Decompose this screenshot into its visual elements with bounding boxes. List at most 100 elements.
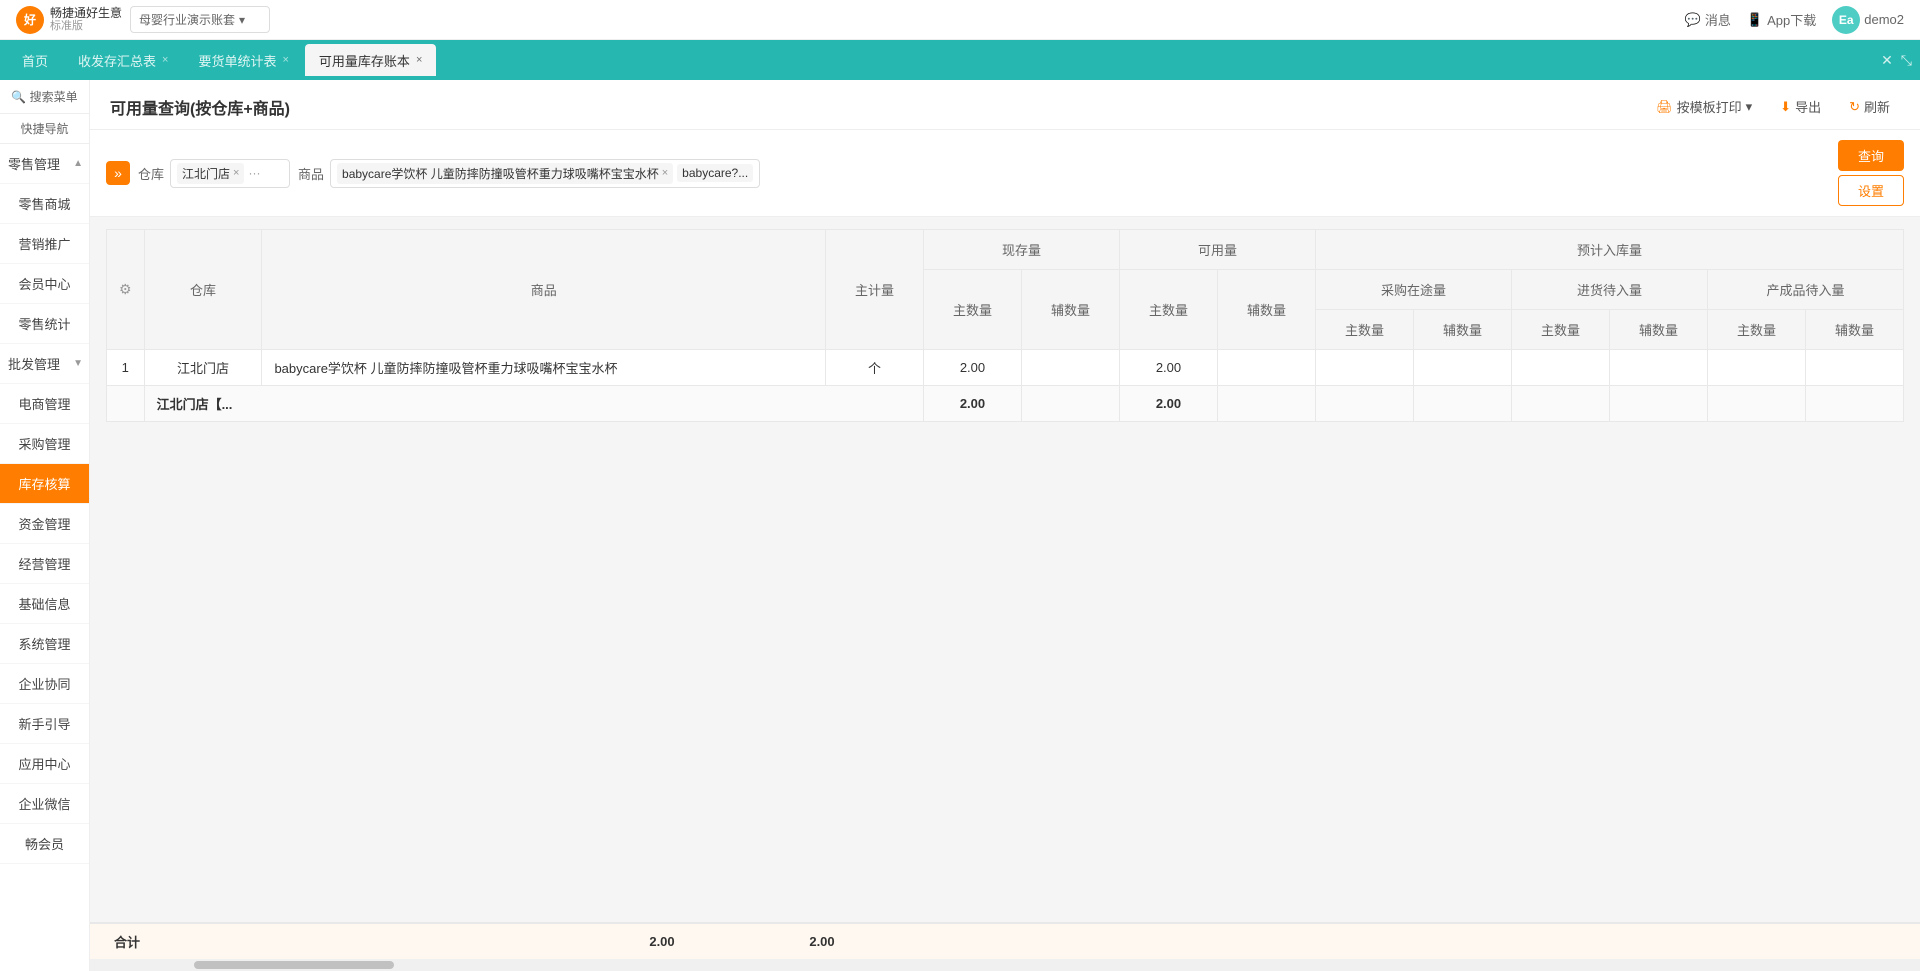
query-button[interactable]: 查询 — [1838, 140, 1904, 171]
sidebar-item-ecommerce[interactable]: 电商管理 — [0, 384, 89, 424]
sidebar-section: 零售管理 ▲ 零售商城 营销推广 会员中心 零售统计 批发管理 ▼ 电商管理 — [0, 144, 89, 864]
expand-filter-btn[interactable]: » — [106, 161, 130, 185]
top-bar-right: 💬 消息 📱 App下载 Ea demo2 — [1685, 6, 1904, 34]
user-menu[interactable]: Ea demo2 — [1832, 6, 1904, 34]
close-tab-collect[interactable]: × — [162, 54, 168, 66]
col-stock-header: 现存量 — [923, 230, 1119, 270]
col-avail-main-header: 主数量 — [1119, 270, 1217, 350]
setting-button[interactable]: 设置 — [1838, 175, 1904, 206]
sidebar-item-purchase[interactable]: 采购管理 — [0, 424, 89, 464]
close-tab-inventory[interactable]: × — [416, 54, 422, 66]
filter-more-btn[interactable]: ··· — [248, 166, 260, 180]
logo-area: 好 畅捷通好生意 标准版 — [16, 6, 122, 34]
sidebar-item-vip-member[interactable]: 畅会员 — [0, 824, 89, 864]
subtotal-empty — [107, 386, 145, 422]
row-unit: 个 — [825, 350, 923, 386]
filter-bar: » 仓库 江北门店 × ··· 商品 babycare学饮杯 儿童防摔防撞吸管杯… — [90, 130, 1920, 217]
sidebar-item-sys-mgmt[interactable]: 系统管理 — [0, 624, 89, 664]
sidebar-item-member[interactable]: 会员中心 — [0, 264, 89, 304]
sidebar-item-app-center[interactable]: 应用中心 — [0, 744, 89, 784]
sidebar-search[interactable]: 🔍 搜索菜单 — [0, 80, 89, 114]
row-prod-aux — [1805, 350, 1903, 386]
row-product: babycare学饮杯 儿童防摔防撞吸管杯重力球吸嘴杯宝宝水杯 — [262, 350, 826, 386]
subtotal-warehouse: 江北门店【... — [144, 386, 923, 422]
tab-collect[interactable]: 收发存汇总表 × — [64, 44, 182, 76]
content-area: 可用量查询(按仓库+商品) 🖨 按模板打印 ▾ ⬇ 导出 ↻ 刷新 — [90, 80, 1920, 971]
avatar: Ea — [1832, 6, 1860, 34]
subtotal-incoming-aux — [1609, 386, 1707, 422]
print-icon: 🖨 — [1656, 99, 1673, 115]
col-purchase-transit-header: 采购在途量 — [1315, 270, 1511, 310]
sidebar-item-inventory-check[interactable]: 库存核算 — [0, 464, 89, 504]
tab-order-stat[interactable]: 要货单统计表 × — [184, 44, 302, 76]
col-incoming-aux-header: 辅数量 — [1609, 310, 1707, 350]
product-filter-tags[interactable]: babycare学饮杯 儿童防摔防撞吸管杯重力球吸嘴杯宝宝水杯 × babyca… — [330, 159, 760, 188]
sidebar-item-retail-mall[interactable]: 零售商城 — [0, 184, 89, 224]
sidebar-item-corp-wechat[interactable]: 企业微信 — [0, 784, 89, 824]
col-purchase-main-header: 主数量 — [1315, 310, 1413, 350]
print-btn[interactable]: 🖨 按模板打印 ▾ — [1646, 92, 1762, 121]
top-bar: 好 畅捷通好生意 标准版 母婴行业演示账套 ▾ 💬 消息 📱 App下载 Ea … — [0, 0, 1920, 40]
col-stock-main-header: 主数量 — [923, 270, 1021, 350]
refresh-btn[interactable]: ↻ 刷新 — [1839, 92, 1900, 121]
remove-warehouse-tag[interactable]: × — [233, 167, 239, 179]
sidebar-item-corp-collab[interactable]: 企业协同 — [0, 664, 89, 704]
col-product-header: 商品 — [262, 230, 826, 350]
sidebar-item-wholesale-mgmt[interactable]: 批发管理 ▼ — [0, 344, 89, 384]
warehouse-filter-group: 仓库 江北门店 × ··· — [138, 159, 290, 188]
close-tab-order-stat[interactable]: × — [282, 54, 288, 66]
sidebar-item-finance[interactable]: 资金管理 — [0, 504, 89, 544]
logo-text: 畅捷通好生意 标准版 — [50, 6, 122, 34]
row-stock-aux — [1021, 350, 1119, 386]
tab-inventory[interactable]: 可用量库存账本 × — [305, 44, 436, 76]
col-unit-header: 主计量 — [825, 230, 923, 350]
table-row: 1 江北门店 babycare学饮杯 儿童防摔防撞吸管杯重力球吸嘴杯宝宝水杯 个… — [107, 350, 1904, 386]
table-footer: 合计 2.00 2.00 — [90, 922, 1920, 959]
close-window-btn[interactable]: ✕ — [1881, 52, 1893, 69]
row-purchase-main — [1315, 350, 1413, 386]
row-incoming-main — [1511, 350, 1609, 386]
main-layout: 🔍 搜索菜单 快捷导航 零售管理 ▲ 零售商城 营销推广 会员中心 零售统计 — [0, 80, 1920, 971]
col-warehouse-header: 仓库 — [144, 230, 262, 350]
col-avail-aux-header: 辅数量 — [1217, 270, 1315, 350]
app-icon: 📱 — [1747, 12, 1763, 28]
row-warehouse: 江北门店 — [144, 350, 262, 386]
horizontal-scrollbar[interactable] — [90, 959, 1920, 971]
row-avail-main: 2.00 — [1119, 350, 1217, 386]
sidebar-item-retail-mgmt[interactable]: 零售管理 ▲ — [0, 144, 89, 184]
footer-stock-main: 2.00 — [622, 934, 702, 949]
sidebar-item-operations[interactable]: 经营管理 — [0, 544, 89, 584]
export-btn[interactable]: ⬇ 导出 — [1770, 92, 1831, 121]
col-purchase-aux-header: 辅数量 — [1413, 310, 1511, 350]
filter-actions-right: 查询 设置 — [1838, 140, 1904, 206]
export-icon: ⬇ — [1780, 99, 1791, 115]
refresh-icon: ↻ — [1849, 99, 1860, 115]
table-area[interactable]: ⚙ 仓库 商品 主计量 现存量 可用量 预计入库量 主数量 辅数量 主数量 辅数… — [90, 217, 1920, 922]
col-prod-main-header: 主数量 — [1707, 310, 1805, 350]
nav-tabs: 首页 收发存汇总表 × 要货单统计表 × 可用量库存账本 × ✕ ⤡ — [0, 40, 1920, 80]
col-incoming-header: 预计入库量 — [1315, 230, 1903, 270]
col-stock-aux-header: 辅数量 — [1021, 270, 1119, 350]
sidebar-item-new-guide[interactable]: 新手引导 — [0, 704, 89, 744]
col-production-pending-header: 产成品待入量 — [1707, 270, 1903, 310]
subtotal-prod-main — [1707, 386, 1805, 422]
warehouse-filter-tags[interactable]: 江北门店 × ··· — [170, 159, 290, 188]
col-settings-header[interactable]: ⚙ — [107, 230, 145, 350]
subtotal-purchase-aux — [1413, 386, 1511, 422]
app-download-btn[interactable]: 📱 App下载 — [1747, 10, 1816, 29]
row-purchase-aux — [1413, 350, 1511, 386]
remove-product-tag-1[interactable]: × — [662, 167, 668, 179]
sidebar-item-marketing[interactable]: 营销推广 — [0, 224, 89, 264]
product-label: 商品 — [298, 164, 324, 183]
sidebar-quick-nav[interactable]: 快捷导航 — [0, 114, 89, 144]
chevron-down-icon: ▾ — [239, 13, 245, 27]
settings-gear-icon[interactable]: ⚙ — [119, 281, 132, 297]
sidebar-item-retail-stat[interactable]: 零售统计 — [0, 304, 89, 344]
warehouse-label: 仓库 — [138, 164, 164, 183]
maximize-window-btn[interactable]: ⤡ — [1901, 52, 1912, 69]
sidebar-item-basic-info[interactable]: 基础信息 — [0, 584, 89, 624]
scroll-thumb[interactable] — [194, 961, 394, 969]
tab-home[interactable]: 首页 — [8, 44, 62, 76]
message-btn[interactable]: 💬 消息 — [1685, 10, 1731, 29]
tenant-selector[interactable]: 母婴行业演示账套 ▾ — [130, 6, 270, 33]
